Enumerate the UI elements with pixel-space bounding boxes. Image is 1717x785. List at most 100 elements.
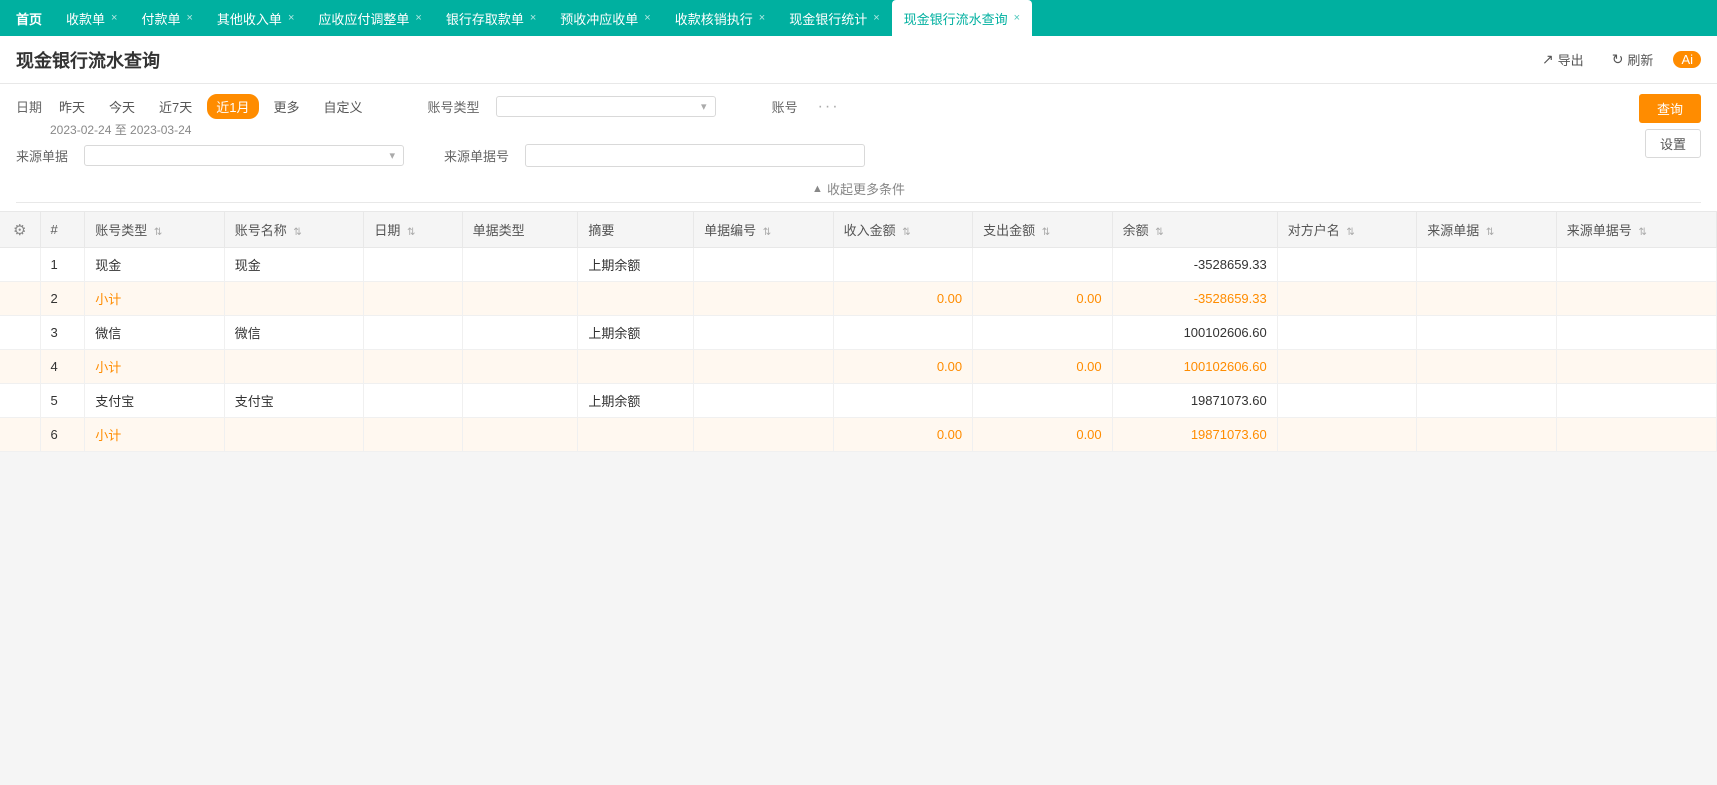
row-account-type: 小计 xyxy=(85,418,225,452)
data-table-wrapper: ⚙ # 账号类型 ⇅ 账号名称 ⇅ 日期 ⇅ 单据类型 xyxy=(0,212,1717,452)
col-account-type[interactable]: 账号类型 ⇅ xyxy=(85,212,225,248)
nav-item-prepay[interactable]: 预收冲应收单 × xyxy=(548,0,662,36)
row-doc-type xyxy=(462,384,578,418)
row-doc-type xyxy=(462,418,578,452)
row-source-doc-no xyxy=(1556,384,1716,418)
filter-row-2: 来源单据 ▾ 来源单据号 xyxy=(16,144,1623,167)
col-expense-label: 支出金额 xyxy=(983,223,1035,238)
row-doc-type xyxy=(462,316,578,350)
row-summary xyxy=(578,418,694,452)
col-income-label: 收入金额 xyxy=(844,223,896,238)
col-account-name-sort-icon: ⇅ xyxy=(293,227,301,238)
nav-other-income-close[interactable]: × xyxy=(288,12,294,24)
table-row[interactable]: 2小计0.000.00-3528659.33 xyxy=(0,282,1717,316)
nav-item-other-income[interactable]: 其他收入单 × xyxy=(205,0,306,36)
col-counterpart[interactable]: 对方户名 ⇅ xyxy=(1277,212,1417,248)
date-btn-custom[interactable]: 自定义 xyxy=(315,94,372,119)
nav-adjustment-close[interactable]: × xyxy=(415,12,421,24)
table-row[interactable]: 6小计0.000.0019871073.60 xyxy=(0,418,1717,452)
col-income-sort-icon: ⇅ xyxy=(902,227,910,238)
nav-item-bank-deposit[interactable]: 银行存取款单 × xyxy=(434,0,548,36)
export-icon: ↗ xyxy=(1542,51,1554,68)
table-row[interactable]: 3微信微信上期余额100102606.60 xyxy=(0,316,1717,350)
row-expense xyxy=(973,248,1113,282)
ai-label: Ai xyxy=(1681,52,1693,67)
source-doc-select[interactable]: ▾ xyxy=(84,145,404,166)
nav-item-writeoff[interactable]: 收款核销执行 × xyxy=(663,0,777,36)
source-doc-no-input[interactable] xyxy=(525,144,865,167)
account-type-select[interactable]: ▾ xyxy=(496,96,716,117)
refresh-button[interactable]: ↻ 刷新 xyxy=(1604,46,1662,73)
col-account-name[interactable]: 账号名称 ⇅ xyxy=(224,212,364,248)
row-index: 2 xyxy=(40,282,85,316)
nav-bank-deposit-close[interactable]: × xyxy=(530,12,536,24)
settings-button[interactable]: 设置 xyxy=(1645,129,1701,158)
date-btn-7days[interactable]: 近7天 xyxy=(150,94,201,119)
row-account-type: 支付宝 xyxy=(85,384,225,418)
col-summary: 摘要 xyxy=(578,212,694,248)
col-income[interactable]: 收入金额 ⇅ xyxy=(833,212,973,248)
nav-flow-query-close[interactable]: × xyxy=(1014,12,1020,24)
row-income xyxy=(833,316,973,350)
page-title: 现金银行流水查询 xyxy=(16,47,160,73)
col-account-type-sort-icon: ⇅ xyxy=(154,227,162,238)
row-settings-cell xyxy=(0,316,40,350)
col-source-doc-no[interactable]: 来源单据号 ⇅ xyxy=(1556,212,1716,248)
nav-item-receipt[interactable]: 收款单 × xyxy=(54,0,129,36)
col-balance[interactable]: 余额 ⇅ xyxy=(1112,212,1277,248)
col-account-name-label: 账号名称 xyxy=(235,223,287,238)
filter-row-1: 日期 昨天 今天 近7天 近1月 更多 自定义 账号类型 ▾ xyxy=(16,94,1623,119)
row-source-doc-no xyxy=(1556,316,1716,350)
refresh-label: 刷新 xyxy=(1627,50,1653,69)
ai-button[interactable]: Ai xyxy=(1673,51,1701,68)
date-btn-more[interactable]: 更多 xyxy=(265,94,309,119)
row-account-type: 现金 xyxy=(85,248,225,282)
col-date[interactable]: 日期 ⇅ xyxy=(364,212,462,248)
date-btn-1month[interactable]: 近1月 xyxy=(207,94,258,119)
col-settings[interactable]: ⚙ xyxy=(0,212,40,248)
page-header: 现金银行流水查询 ↗ 导出 ↻ 刷新 Ai xyxy=(0,36,1717,84)
table-row[interactable]: 4小计0.000.00100102606.60 xyxy=(0,350,1717,384)
date-btn-yesterday[interactable]: 昨天 xyxy=(50,94,94,119)
nav-writeoff-label: 收款核销执行 xyxy=(675,9,753,28)
nav-stats-close[interactable]: × xyxy=(873,12,879,24)
nav-item-payment[interactable]: 付款单 × xyxy=(129,0,204,36)
account-filter-group: 账号 ··· xyxy=(772,97,844,116)
nav-writeoff-close[interactable]: × xyxy=(759,12,765,24)
row-account-name xyxy=(224,282,364,316)
row-expense xyxy=(973,384,1113,418)
nav-flow-query-label: 现金银行流水查询 xyxy=(904,9,1008,28)
date-btn-today[interactable]: 今天 xyxy=(100,94,144,119)
row-balance: -3528659.33 xyxy=(1112,248,1277,282)
account-more-dots[interactable]: ··· xyxy=(814,98,844,116)
table-row[interactable]: 5支付宝支付宝上期余额19871073.60 xyxy=(0,384,1717,418)
row-counterpart xyxy=(1277,418,1417,452)
nav-item-flow-query[interactable]: 现金银行流水查询 × xyxy=(892,0,1032,36)
table-body: 1现金现金上期余额-3528659.332小计0.000.00-3528659.… xyxy=(0,248,1717,452)
nav-receipt-close[interactable]: × xyxy=(111,12,117,24)
col-source-doc[interactable]: 来源单据 ⇅ xyxy=(1417,212,1557,248)
table-row[interactable]: 1现金现金上期余额-3528659.33 xyxy=(0,248,1717,282)
row-source-doc xyxy=(1417,350,1557,384)
row-income xyxy=(833,384,973,418)
account-type-label: 账号类型 xyxy=(428,97,480,116)
col-doc-no[interactable]: 单据编号 ⇅ xyxy=(694,212,834,248)
export-button[interactable]: ↗ 导出 xyxy=(1534,46,1592,73)
settings-gear-icon[interactable]: ⚙ xyxy=(13,222,26,239)
nav-item-adjustment[interactable]: 应收应付调整单 × xyxy=(306,0,433,36)
col-account-type-label: 账号类型 xyxy=(95,223,147,238)
nav-payment-close[interactable]: × xyxy=(186,12,192,24)
row-source-doc xyxy=(1417,316,1557,350)
row-date xyxy=(364,316,462,350)
col-expense[interactable]: 支出金额 ⇅ xyxy=(973,212,1113,248)
row-summary xyxy=(578,350,694,384)
row-account-name: 现金 xyxy=(224,248,364,282)
query-button[interactable]: 查询 xyxy=(1639,94,1701,123)
nav-item-stats[interactable]: 现金银行统计 × xyxy=(777,0,891,36)
collapse-conditions-button[interactable]: ▲ 收起更多条件 xyxy=(16,175,1701,203)
account-type-arrow-icon: ▾ xyxy=(701,100,707,113)
nav-item-home[interactable]: 首页 xyxy=(4,0,54,36)
row-date xyxy=(364,282,462,316)
row-doc-type xyxy=(462,282,578,316)
nav-prepay-close[interactable]: × xyxy=(644,12,650,24)
